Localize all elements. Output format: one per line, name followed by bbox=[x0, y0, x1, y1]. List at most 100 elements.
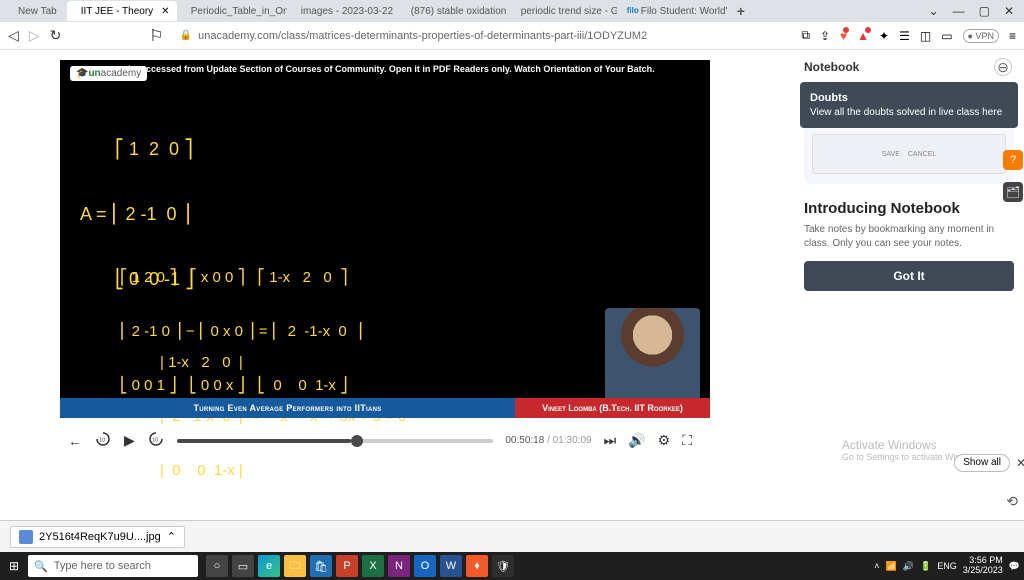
progress-thumb[interactable] bbox=[351, 435, 363, 447]
got-it-button[interactable]: Got It bbox=[804, 261, 1014, 291]
maximize-icon[interactable]: ▢ bbox=[979, 4, 990, 18]
language-icon[interactable]: ENG bbox=[937, 561, 957, 571]
menu-icon[interactable]: ≡ bbox=[1009, 29, 1016, 43]
chevron-up-icon[interactable]: ⌃ bbox=[167, 530, 176, 543]
logo-part2: academy bbox=[101, 68, 142, 79]
url-field[interactable]: 🔒 unacademy.com/class/matrices-determina… bbox=[172, 30, 794, 42]
shield-icon[interactable]: ▲ bbox=[857, 29, 869, 43]
forward-10-icon[interactable]: 10 bbox=[147, 430, 165, 451]
row: | 1-x 2 0 | bbox=[160, 354, 406, 372]
tab-new[interactable]: New Tab bbox=[8, 1, 67, 21]
forward-icon[interactable]: ▷ bbox=[29, 27, 40, 44]
wifi-icon[interactable]: 📶 bbox=[886, 561, 897, 572]
tab-google[interactable]: periodic trend size - G bbox=[507, 1, 617, 21]
logo-hat-icon: 🎓 bbox=[76, 68, 88, 79]
progress-slider[interactable] bbox=[177, 439, 494, 443]
play-icon[interactable]: ▶ bbox=[124, 432, 135, 449]
excel-icon[interactable]: X bbox=[362, 555, 384, 577]
chevron-down-icon[interactable]: ⌄ bbox=[929, 4, 939, 18]
vpn-badge[interactable]: ● VPN bbox=[963, 29, 999, 43]
tab-images[interactable]: images - 2023-03-22 bbox=[287, 1, 397, 21]
powerpoint-icon[interactable]: P bbox=[336, 555, 358, 577]
sound-icon[interactable]: 🔊 bbox=[903, 561, 914, 572]
close-downloads-icon[interactable]: ✕ bbox=[1016, 456, 1024, 470]
collapse-icon[interactable]: ⊖ bbox=[994, 58, 1012, 76]
right-rail: ? 🗂 bbox=[1002, 150, 1024, 202]
video-column: 🎓unacademy n be accessed from Update Sec… bbox=[0, 50, 794, 520]
doubts-preview: SAVE CANCEL bbox=[812, 134, 1006, 174]
tab-active[interactable]: IIT JEE - Theory✕ bbox=[67, 1, 177, 21]
wallet-icon[interactable]: ▭ bbox=[941, 29, 952, 43]
word-icon[interactable]: W bbox=[440, 555, 462, 577]
brave-rewards-icon[interactable]: ♥ bbox=[840, 29, 847, 43]
preview-btn: SAVE bbox=[882, 151, 900, 158]
settings-gear-icon[interactable]: ⚙ bbox=[658, 432, 671, 449]
close-icon[interactable]: ✕ bbox=[161, 6, 169, 17]
tab-label: Periodic_Table_in_One bbox=[191, 6, 287, 17]
taskbar-search[interactable]: 🔍 Type here to search bbox=[28, 555, 198, 577]
address-bar: ◁ ▷ ↻ ⚐ 🔒 unacademy.com/class/matrices-d… bbox=[0, 22, 1024, 50]
new-tab-button[interactable]: + bbox=[727, 1, 755, 21]
row: ⎡ 1 2 0 ⎤ ⎡ x 0 0 ⎤ ⎡ 1-x 2 0 ⎤ bbox=[120, 269, 363, 287]
progress-fill bbox=[177, 439, 351, 443]
banner-text: n be accessed from Update Section of Cou… bbox=[120, 64, 655, 74]
fullscreen-icon[interactable]: ⛶ bbox=[682, 432, 692, 449]
notifications-icon[interactable]: 💬 bbox=[1009, 561, 1020, 572]
battery-icon[interactable]: 🔋 bbox=[920, 561, 931, 572]
share-icon[interactable]: ⇪ bbox=[820, 29, 830, 43]
tab-periodic[interactable]: Periodic_Table_in_One bbox=[177, 1, 287, 21]
prev-section-icon[interactable]: ← bbox=[68, 433, 82, 449]
edge-icon[interactable]: e bbox=[258, 555, 280, 577]
store-icon[interactable]: 🛍 bbox=[310, 555, 332, 577]
activate-line1: Activate Windows bbox=[842, 438, 984, 452]
reader-icon[interactable]: ☰ bbox=[899, 29, 910, 43]
taskbar-apps: ○ ▭ e 🗀 🛍 P X N O W ♦ 🛡 bbox=[206, 555, 514, 577]
tab-label: (876) stable oxidation bbox=[411, 6, 507, 17]
intro-body: Take notes by bookmarking any moment in … bbox=[804, 223, 1014, 251]
outlook-icon[interactable]: O bbox=[414, 555, 436, 577]
tab-filo[interactable]: filoFilo Student: World's O bbox=[617, 1, 727, 21]
intro-section: Introducing Notebook Take notes by bookm… bbox=[804, 200, 1014, 291]
extensions-icon[interactable]: ✦ bbox=[879, 29, 889, 43]
notes-rail-icon[interactable]: 🗂 bbox=[1003, 182, 1023, 202]
exit-icon[interactable]: ⟲ bbox=[1006, 493, 1018, 510]
next-icon[interactable]: ⏭ bbox=[604, 432, 617, 449]
doubts-body: View all the doubts solved in live class… bbox=[810, 107, 1002, 118]
preview-btn: CANCEL bbox=[908, 151, 936, 158]
cortana-icon[interactable]: ○ bbox=[206, 555, 228, 577]
presenter-video bbox=[605, 308, 700, 398]
minimize-icon[interactable]: — bbox=[953, 4, 965, 18]
tab-label: images - 2023-03-22 bbox=[301, 6, 393, 17]
taskview-icon[interactable]: ▭ bbox=[232, 555, 254, 577]
volume-icon[interactable]: 🔊 bbox=[628, 432, 645, 449]
tagline-left: Turning Even Average Performers into IIT… bbox=[60, 398, 515, 418]
security-icon[interactable]: 🛡 bbox=[492, 555, 514, 577]
show-all-button[interactable]: Show all bbox=[954, 454, 1010, 472]
start-button[interactable]: ⊞ bbox=[4, 556, 24, 576]
svg-text:10: 10 bbox=[99, 437, 105, 443]
download-item[interactable]: 2Y516t4ReqK7u9U....jpg ⌃ bbox=[10, 526, 185, 548]
brave-icon[interactable]: ♦ bbox=[466, 555, 488, 577]
rewind-10-icon[interactable]: 10 bbox=[94, 430, 112, 451]
sidebar-toggle-icon[interactable]: ◫ bbox=[920, 29, 931, 43]
date-text: 3/25/2023 bbox=[963, 566, 1003, 576]
back-icon[interactable]: ◁ bbox=[8, 27, 19, 44]
tray-chevron-icon[interactable]: ˄ bbox=[874, 561, 879, 571]
reload-icon[interactable]: ↻ bbox=[50, 27, 62, 44]
open-external-icon[interactable]: ⧉ bbox=[801, 28, 810, 43]
video-player[interactable]: 🎓unacademy n be accessed from Update Sec… bbox=[60, 60, 710, 418]
explorer-icon[interactable]: 🗀 bbox=[284, 555, 306, 577]
url-text: unacademy.com/class/matrices-determinant… bbox=[198, 30, 647, 42]
time-display: 00:50:18 / 01:30:09 bbox=[505, 435, 591, 446]
clock[interactable]: 3:56 PM 3/25/2023 bbox=[963, 556, 1003, 576]
onenote-icon[interactable]: N bbox=[388, 555, 410, 577]
bookmark-icon[interactable]: ⚐ bbox=[149, 26, 163, 46]
page-viewport: 🎓unacademy n be accessed from Update Sec… bbox=[0, 50, 1024, 520]
close-icon[interactable]: ✕ bbox=[1004, 4, 1014, 18]
download-filename: 2Y516t4ReqK7u9U....jpg bbox=[39, 531, 161, 543]
tab-youtube[interactable]: (876) stable oxidation bbox=[397, 1, 507, 21]
doubts-tooltip: Doubts View all the doubts solved in liv… bbox=[800, 82, 1018, 128]
duration: 01:30:09 bbox=[553, 435, 592, 446]
help-icon[interactable]: ? bbox=[1003, 150, 1023, 170]
taskbar: ⊞ 🔍 Type here to search ○ ▭ e 🗀 🛍 P X N … bbox=[0, 552, 1024, 580]
